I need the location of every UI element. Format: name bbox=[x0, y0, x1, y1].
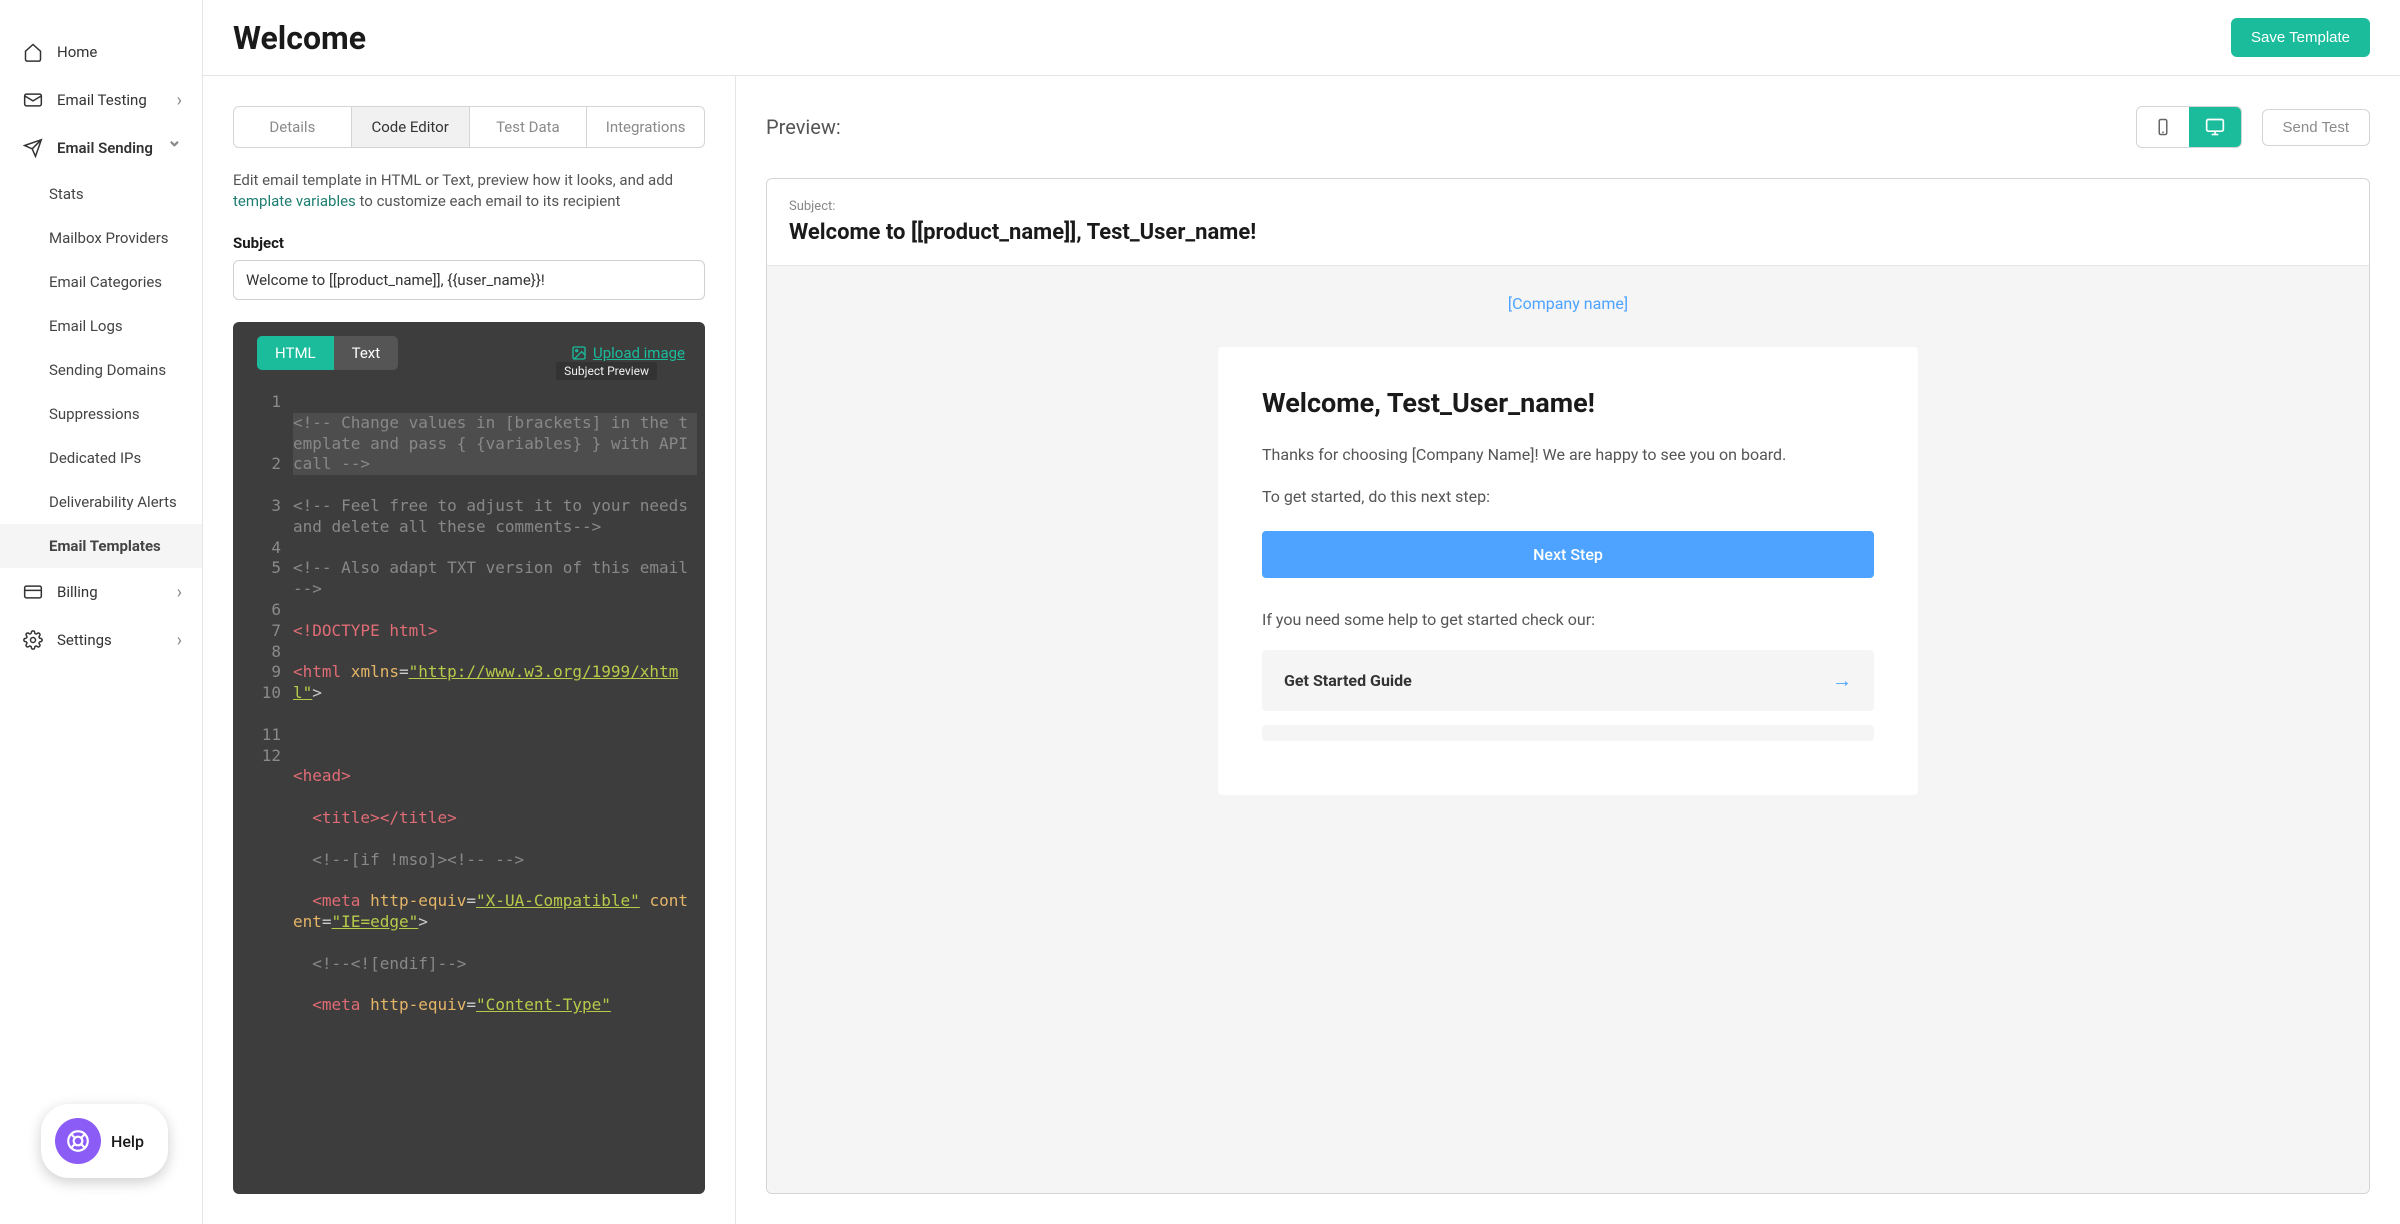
credit-card-icon bbox=[22, 581, 44, 603]
tab-test-data[interactable]: Test Data bbox=[470, 107, 588, 147]
device-mobile-button[interactable] bbox=[2137, 107, 2189, 147]
email-p3: If you need some help to get started che… bbox=[1262, 608, 1874, 632]
get-started-guide-link[interactable]: Get Started Guide → bbox=[1262, 650, 1874, 711]
subject-label: Subject bbox=[233, 234, 705, 252]
preview-subject-label: Subject: bbox=[789, 199, 2347, 214]
sub-mailbox-providers[interactable]: Mailbox Providers bbox=[0, 216, 202, 260]
sub-stats[interactable]: Stats bbox=[0, 172, 202, 216]
nav-email-testing[interactable]: Email Testing bbox=[0, 76, 202, 124]
help-label: Help bbox=[111, 1132, 144, 1151]
email-p2: To get started, do this next step: bbox=[1262, 485, 1874, 509]
email-p1: Thanks for choosing [Company Name]! We a… bbox=[1262, 443, 1874, 467]
tab-integrations[interactable]: Integrations bbox=[587, 107, 704, 147]
email-heading: Welcome, Test_User_name! bbox=[1262, 387, 1874, 419]
html-text-tabs: HTML Text bbox=[257, 336, 398, 370]
nav-email-testing-label: Email Testing bbox=[57, 91, 147, 109]
sidebar: Home Email Testing Email Sending Stats M… bbox=[0, 0, 203, 1224]
help-widget[interactable]: Help bbox=[41, 1104, 168, 1178]
upload-image-link[interactable]: Upload image bbox=[571, 344, 685, 362]
preview-panel: Preview: Send Test bbox=[736, 76, 2400, 1224]
preview-frame: Subject: Welcome to [[product_name]], Te… bbox=[766, 178, 2370, 1194]
sub-dedicated-ips[interactable]: Dedicated IPs bbox=[0, 436, 202, 480]
next-step-button[interactable]: Next Step bbox=[1262, 531, 1874, 578]
sub-email-templates[interactable]: Email Templates bbox=[0, 524, 202, 568]
sub-suppressions[interactable]: Suppressions bbox=[0, 392, 202, 436]
nav-billing-label: Billing bbox=[57, 583, 98, 601]
tab-details[interactable]: Details bbox=[234, 107, 352, 147]
nav-home-label: Home bbox=[57, 43, 97, 61]
device-desktop-button[interactable] bbox=[2189, 107, 2241, 147]
code-toolbar: HTML Text Upload image Subject Preview bbox=[233, 322, 705, 380]
help-orb-icon bbox=[55, 1118, 101, 1164]
nav-settings[interactable]: Settings bbox=[0, 616, 202, 664]
tab-code-editor[interactable]: Code Editor bbox=[352, 107, 470, 147]
home-icon bbox=[22, 41, 44, 63]
sub-deliverability-alerts[interactable]: Deliverability Alerts bbox=[0, 480, 202, 524]
editor-help-text: Edit email template in HTML or Text, pre… bbox=[233, 170, 705, 212]
page-title: Welcome bbox=[233, 19, 366, 57]
preview-subject-text: Welcome to [[product_name]], Test_User_n… bbox=[789, 220, 2347, 245]
arrow-right-icon: → bbox=[1832, 668, 1852, 693]
main: Welcome Save Template Details Code Edito… bbox=[203, 0, 2400, 1224]
nav-email-sending-label: Email Sending bbox=[57, 139, 153, 157]
sub-email-categories[interactable]: Email Categories bbox=[0, 260, 202, 304]
save-template-button[interactable]: Save Template bbox=[2231, 18, 2370, 57]
send-test-button[interactable]: Send Test bbox=[2262, 109, 2370, 146]
sub-sending-domains[interactable]: Sending Domains bbox=[0, 348, 202, 392]
subject-input[interactable] bbox=[233, 260, 705, 300]
workbench: Details Code Editor Test Data Integratio… bbox=[203, 75, 2400, 1224]
code-gutter: 1 2 3 4 5 6 7 8 bbox=[233, 380, 289, 1194]
paper-plane-icon bbox=[22, 137, 44, 159]
envelope-check-icon bbox=[22, 89, 44, 111]
template-variables-link[interactable]: template variables bbox=[233, 192, 356, 210]
preview-subject-block: Subject: Welcome to [[product_name]], Te… bbox=[767, 179, 2369, 266]
guide-label: Get Started Guide bbox=[1284, 671, 1412, 690]
gear-icon bbox=[22, 629, 44, 651]
nav-home[interactable]: Home bbox=[0, 28, 202, 76]
preview-header: Preview: Send Test bbox=[766, 106, 2370, 148]
code-body[interactable]: 1 2 3 4 5 6 7 8 bbox=[233, 380, 705, 1194]
nav-email-sending[interactable]: Email Sending bbox=[0, 124, 202, 172]
editor-panel: Details Code Editor Test Data Integratio… bbox=[203, 76, 736, 1224]
upload-icon bbox=[571, 345, 587, 361]
email-card: Welcome, Test_User_name! Thanks for choo… bbox=[1218, 347, 1918, 795]
company-name-link[interactable]: [Company name] bbox=[1218, 294, 1918, 313]
nav-billing[interactable]: Billing bbox=[0, 568, 202, 616]
preview-label: Preview: bbox=[766, 115, 841, 139]
sub-email-logs[interactable]: Email Logs bbox=[0, 304, 202, 348]
guide-link-partial[interactable] bbox=[1262, 725, 1874, 741]
email-body: [Company name] Welcome, Test_User_name! … bbox=[767, 266, 2369, 1193]
subject-preview-tooltip: Subject Preview bbox=[556, 362, 657, 380]
topbar: Welcome Save Template bbox=[203, 0, 2400, 75]
editor-tabs: Details Code Editor Test Data Integratio… bbox=[233, 106, 705, 148]
code-area: HTML Text Upload image Subject Preview bbox=[233, 322, 705, 1194]
code-lines[interactable]: <!-- Change values in [brackets] in the … bbox=[289, 380, 705, 1194]
device-toggle bbox=[2136, 106, 2242, 148]
text-tab[interactable]: Text bbox=[334, 336, 399, 370]
nav-settings-label: Settings bbox=[57, 631, 112, 649]
html-tab[interactable]: HTML bbox=[257, 336, 334, 370]
